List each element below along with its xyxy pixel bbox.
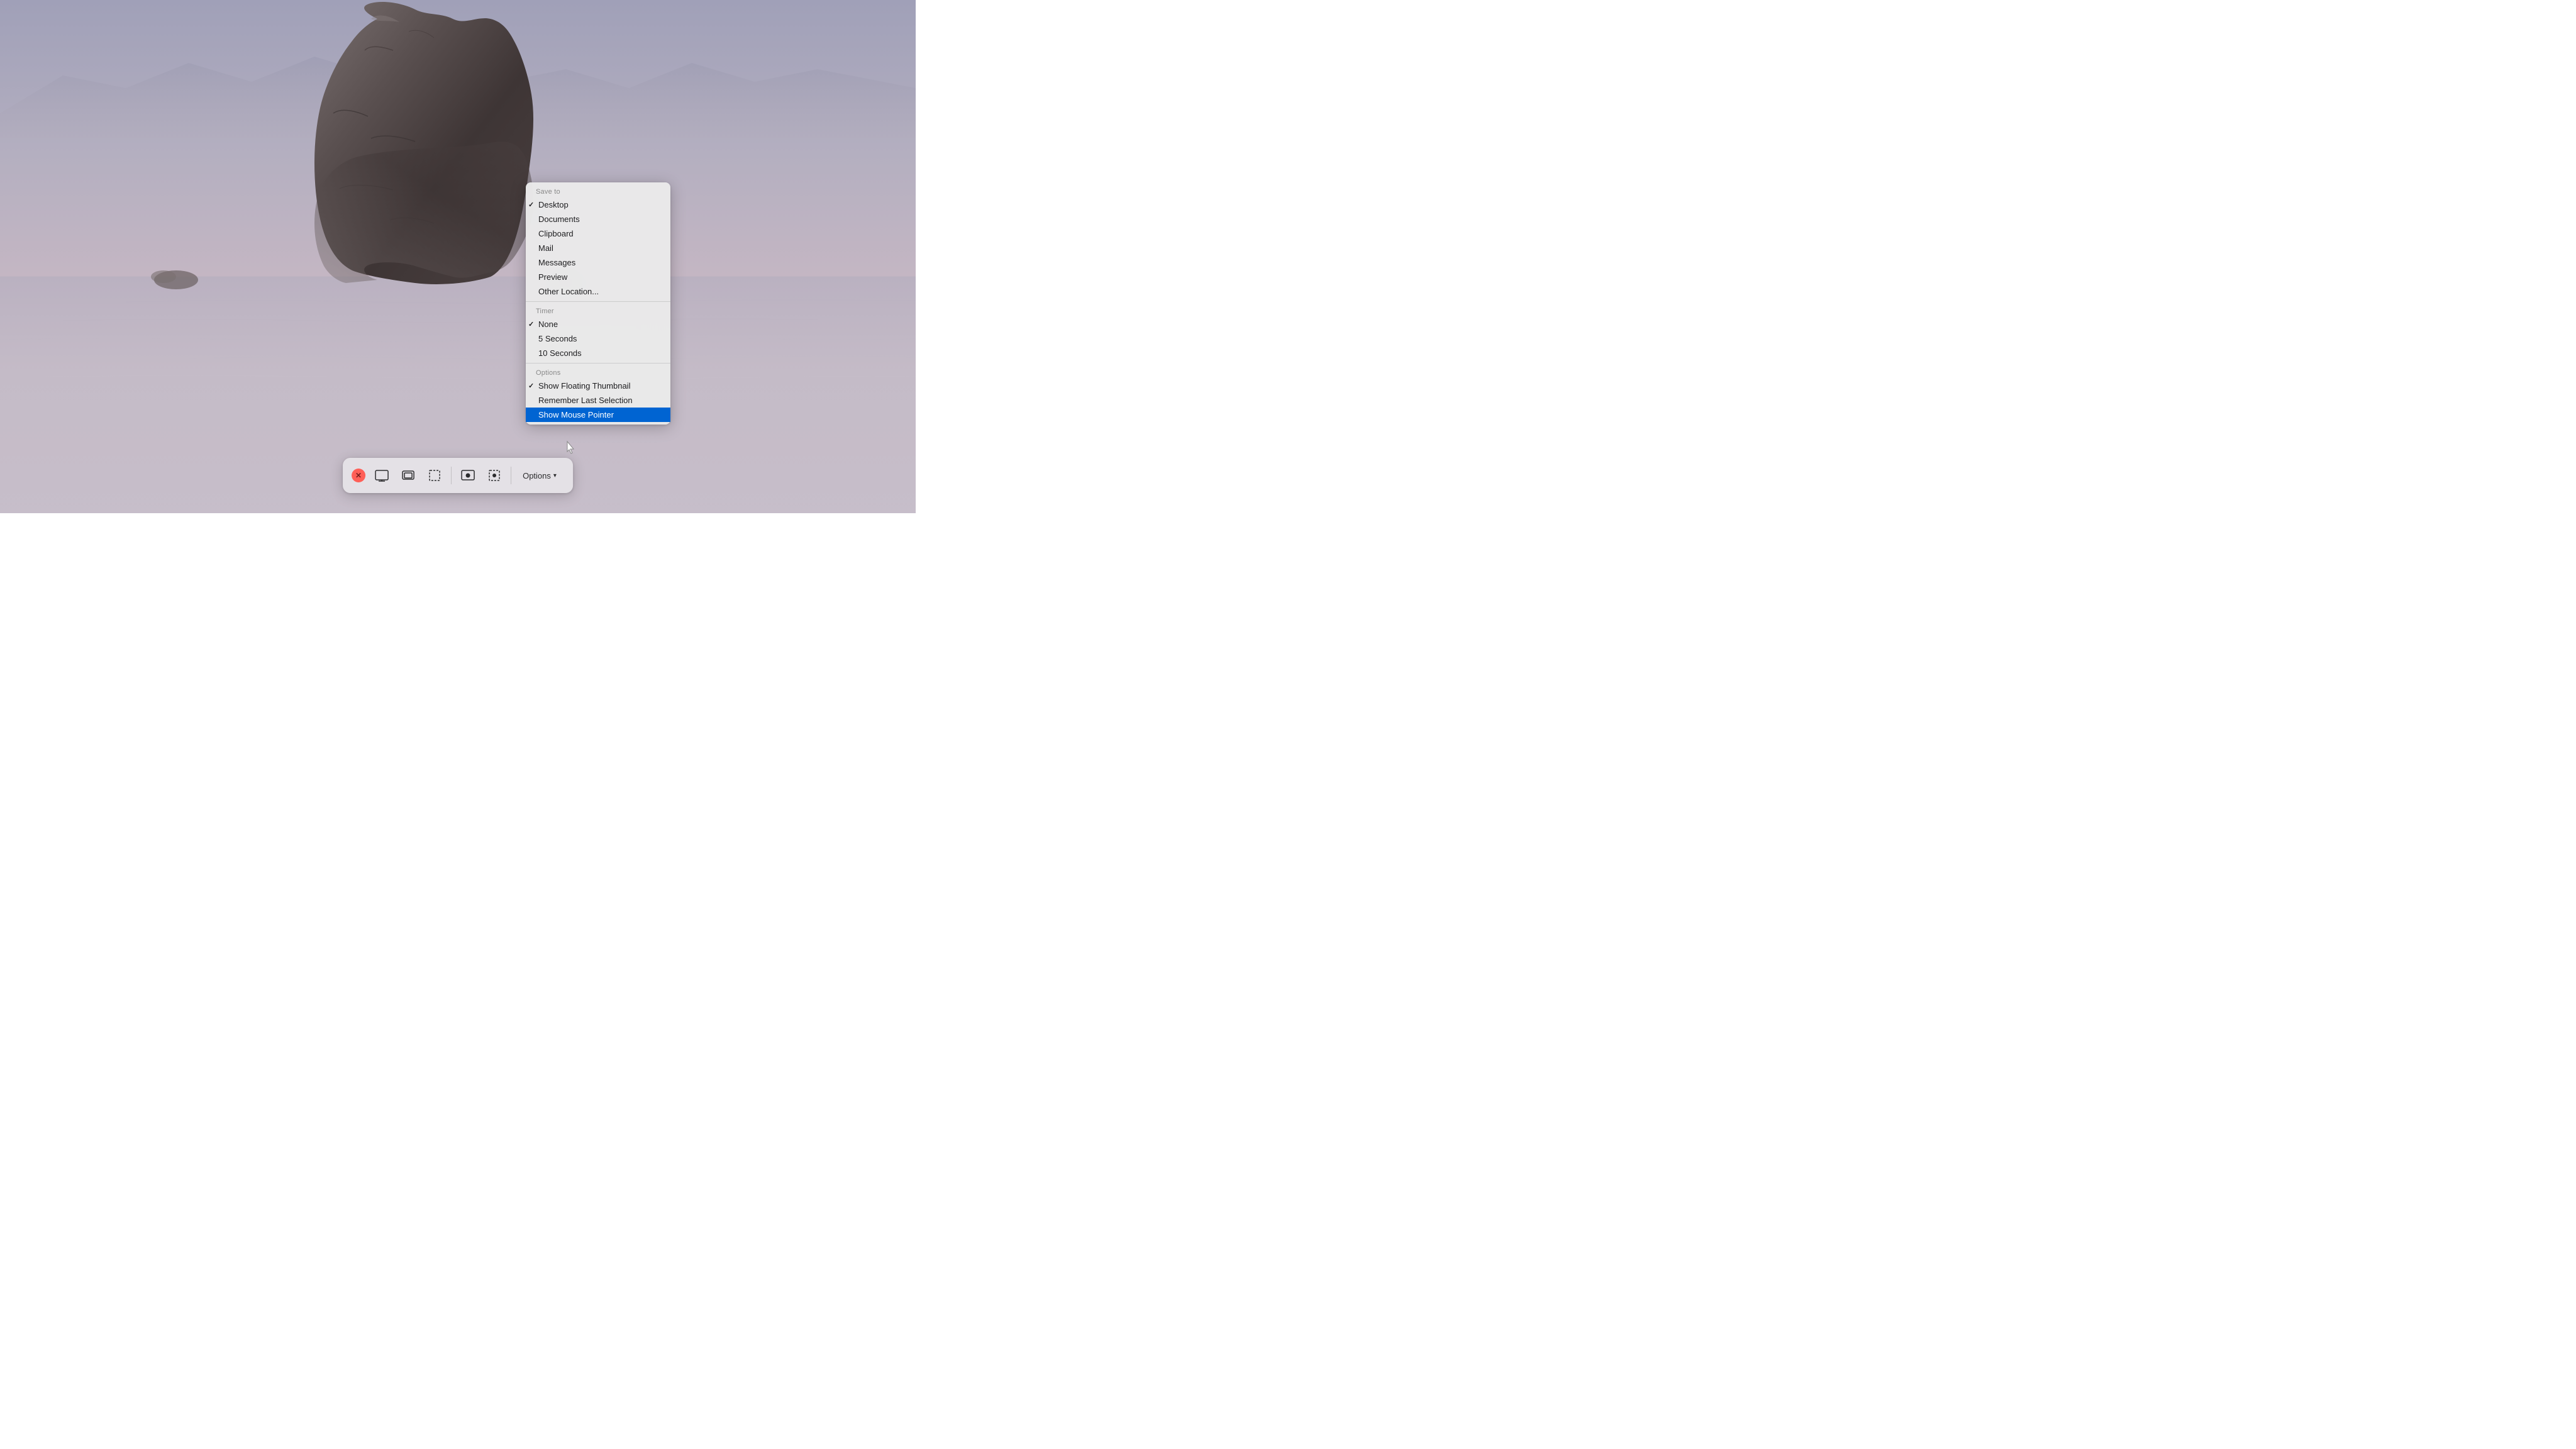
record-screen-icon [461,469,475,482]
menu-item-show-mouse-pointer-label: Show Mouse Pointer [538,410,614,419]
capture-window-icon [401,469,415,482]
divider-1 [526,301,670,302]
save-to-header: Save to [526,185,670,197]
options-label: Options [523,471,551,480]
options-header: Options [526,366,670,379]
menu-item-messages-label: Messages [538,258,575,267]
capture-window-button[interactable] [396,463,421,488]
record-selection-button[interactable] [482,463,507,488]
menu-item-remember-last-selection[interactable]: Remember Last Selection [526,393,670,408]
options-button[interactable]: Options ▾ [515,467,564,484]
menu-item-none-label: None [538,319,558,329]
record-screen-button[interactable] [455,463,480,488]
checkmark-desktop: ✓ [528,201,534,209]
menu-item-preview-label: Preview [538,272,567,282]
checkmark-floating-thumbnail: ✓ [528,382,534,390]
toolbar-divider [451,467,452,484]
timer-header: Timer [526,304,670,317]
close-button[interactable]: ✕ [352,469,365,482]
menu-item-show-mouse-pointer[interactable]: Show Mouse Pointer [526,408,670,422]
menu-item-5seconds[interactable]: 5 Seconds [526,331,670,346]
menu-item-documents[interactable]: Documents [526,212,670,226]
menu-item-desktop[interactable]: ✓ Desktop [526,197,670,212]
close-icon: ✕ [355,471,362,480]
menu-item-documents-label: Documents [538,214,580,224]
menu-item-remember-last-selection-label: Remember Last Selection [538,396,633,405]
menu-item-other-location-label: Other Location... [538,287,599,296]
capture-selection-button[interactable] [422,463,447,488]
capture-entire-screen-button[interactable] [369,463,394,488]
menu-item-other-location[interactable]: Other Location... [526,284,670,299]
menu-item-preview[interactable]: Preview [526,270,670,284]
menu-item-floating-thumbnail-label: Show Floating Thumbnail [538,381,630,391]
context-menu: Save to ✓ Desktop Documents Clipboard Ma… [526,182,670,425]
capture-selection-icon [428,469,441,482]
menu-item-10seconds-label: 10 Seconds [538,348,582,358]
menu-item-mail-label: Mail [538,243,553,253]
menu-item-desktop-label: Desktop [538,200,569,209]
menu-item-none[interactable]: ✓ None [526,317,670,331]
menu-item-mail[interactable]: Mail [526,241,670,255]
menu-item-show-floating-thumbnail[interactable]: ✓ Show Floating Thumbnail [526,379,670,393]
menu-item-clipboard[interactable]: Clipboard [526,226,670,241]
checkmark-none: ✓ [528,320,534,328]
landscape-svg [0,0,916,513]
capture-screen-icon [375,469,389,482]
divider-2 [526,363,670,364]
desktop-background [0,0,916,513]
menu-item-5seconds-label: 5 Seconds [538,334,577,343]
menu-item-messages[interactable]: Messages [526,255,670,270]
record-selection-icon [487,469,501,482]
chevron-down-icon: ▾ [553,472,557,479]
screenshot-toolbar: ✕ Option [343,458,573,493]
menu-item-10seconds[interactable]: 10 Seconds [526,346,670,360]
menu-item-clipboard-label: Clipboard [538,229,574,238]
